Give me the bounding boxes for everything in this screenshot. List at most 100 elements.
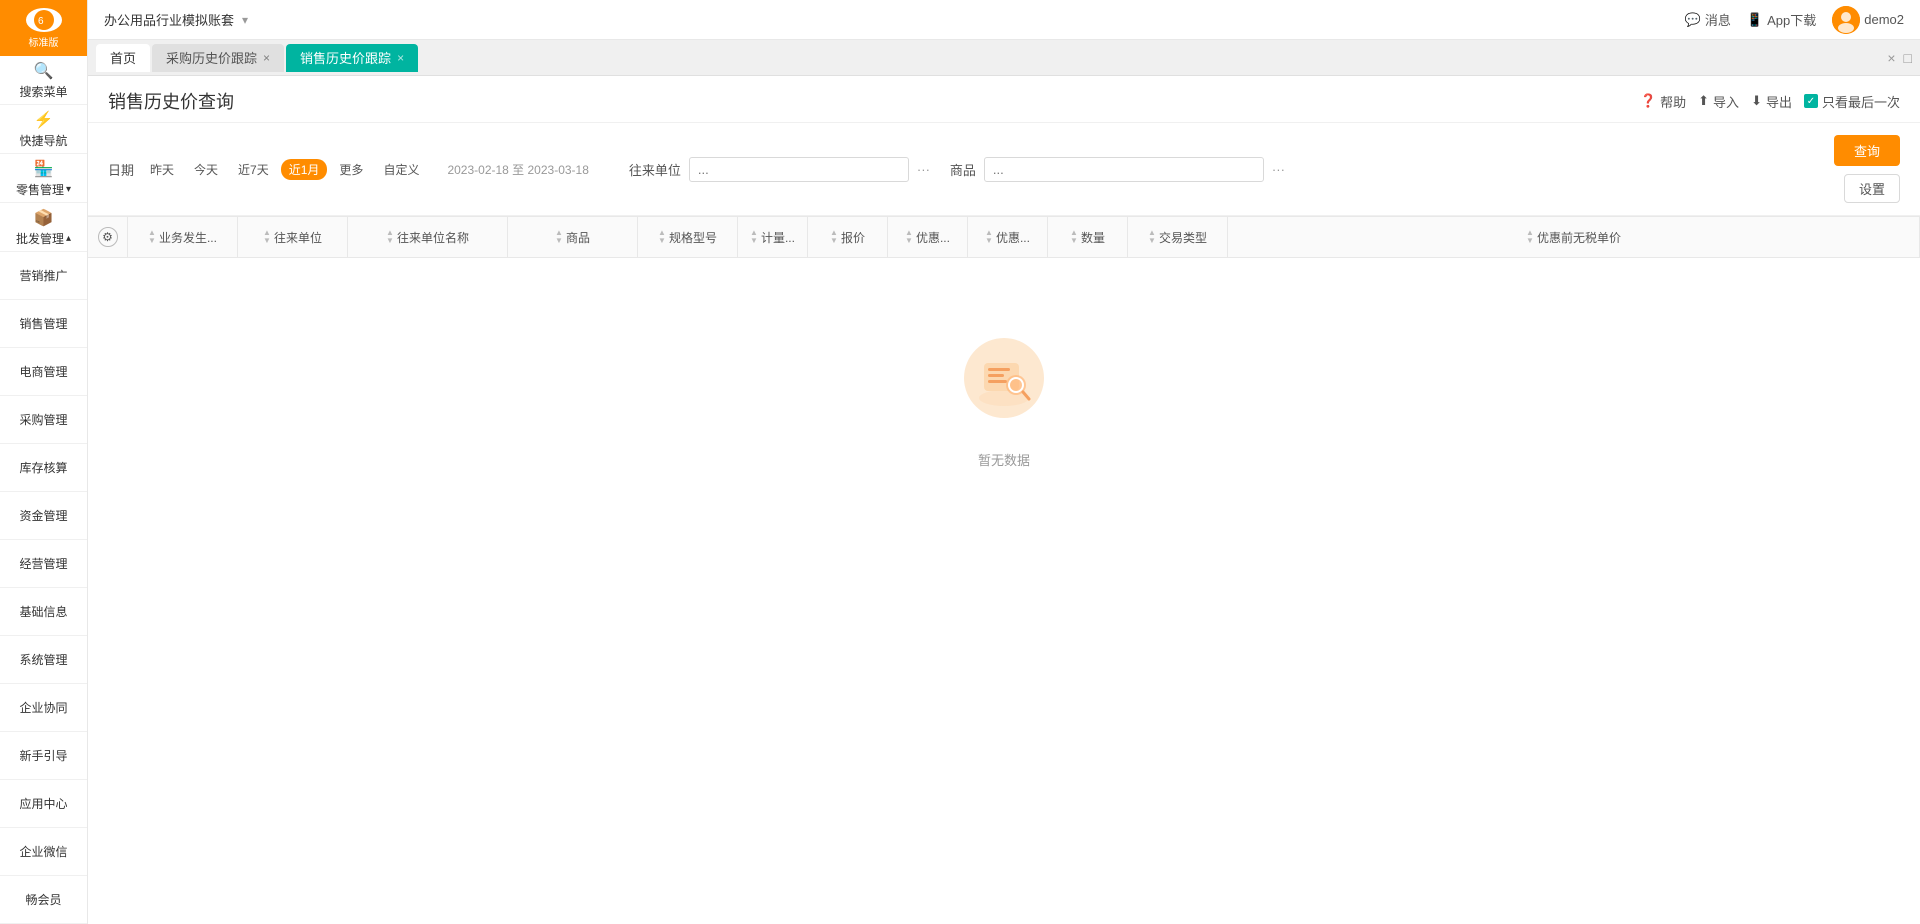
- date-opt-custom[interactable]: 自定义: [375, 159, 427, 180]
- date-filter-group: 日期 昨天 今天 近7天 近1月 更多 自定义: [108, 159, 427, 180]
- sort-spec-icon: ▲▼: [658, 229, 666, 245]
- sort-quote-icon: ▲▼: [830, 229, 838, 245]
- th-quote[interactable]: ▲▼ 报价: [808, 217, 888, 257]
- th-disc2-label: 优惠...: [996, 229, 1030, 246]
- topbar-title: 办公用品行业模拟账套: [104, 10, 234, 29]
- sort-pretax-icon: ▲▼: [1526, 229, 1534, 245]
- window-close-button[interactable]: ×: [1887, 50, 1895, 66]
- wholesale-arrow-icon: ▴: [66, 233, 71, 244]
- sidebar-item-retail[interactable]: 🏪 零售管理 ▾: [0, 154, 87, 203]
- th-settings[interactable]: ⚙: [88, 217, 128, 257]
- sort-unit-id-icon: ▲▼: [263, 229, 271, 245]
- sort-trade-icon: ▲▼: [1148, 229, 1156, 245]
- empty-text: 暂无数据: [978, 450, 1030, 469]
- date-filter-label: 日期: [108, 160, 134, 179]
- th-pretax[interactable]: ▲▼ 优惠前无税单价: [1228, 217, 1920, 257]
- empty-image-circle: [964, 338, 1044, 418]
- date-opt-more[interactable]: 更多: [331, 159, 371, 180]
- sidebar-item-sales[interactable]: 销售管理: [0, 300, 87, 348]
- tab-purchase-label: 采购历史价跟踪: [166, 48, 257, 67]
- th-qty-label: 数量: [1081, 229, 1105, 246]
- th-unit[interactable]: ▲▼ 计量...: [738, 217, 808, 257]
- topbar-dropdown-icon[interactable]: ▾: [242, 13, 248, 27]
- sidebar-item-ecommerce-label: 电商管理: [19, 363, 67, 380]
- tab-sales-close[interactable]: ×: [397, 51, 404, 65]
- svg-text:6: 6: [38, 16, 44, 27]
- tab-home[interactable]: 首页: [96, 44, 150, 72]
- table-header: ⚙ ▲▼ 业务发生... ▲▼ 往来单位 ▲▼ 往来单位名称 ▲▼ 商品: [88, 216, 1920, 258]
- tab-purchase-close[interactable]: ×: [263, 51, 270, 65]
- th-biz-date-label: 业务发生...: [159, 229, 217, 246]
- user-label: demo2: [1864, 12, 1904, 27]
- tabs-window-controls: × □: [1887, 50, 1912, 66]
- sidebar-item-basic[interactable]: 基础信息: [0, 588, 87, 636]
- sidebar-item-finance[interactable]: 资金管理: [0, 492, 87, 540]
- sort-unit-icon: ▲▼: [750, 229, 758, 245]
- table-settings-icon[interactable]: ⚙: [98, 227, 118, 247]
- window-maximize-button[interactable]: □: [1904, 50, 1912, 66]
- sidebar-item-wholesale[interactable]: 📦 批发管理 ▴: [0, 203, 87, 252]
- th-spec[interactable]: ▲▼ 规格型号: [638, 217, 738, 257]
- help-label: 帮助: [1660, 92, 1686, 111]
- th-goods[interactable]: ▲▼ 商品: [508, 217, 638, 257]
- tab-home-label: 首页: [110, 48, 136, 67]
- th-unit-id[interactable]: ▲▼ 往来单位: [238, 217, 348, 257]
- tab-purchase-history[interactable]: 采购历史价跟踪 ×: [152, 44, 284, 72]
- date-opt-yesterday[interactable]: 昨天: [142, 159, 182, 180]
- query-button[interactable]: 查询: [1834, 135, 1900, 166]
- goods-filter-input[interactable]: [984, 157, 1264, 182]
- import-button[interactable]: ⬆ 导入: [1698, 92, 1739, 111]
- unit-filter-label: 往来单位: [629, 160, 681, 179]
- message-button[interactable]: 💬 消息: [1685, 10, 1731, 29]
- date-opt-7days[interactable]: 近7天: [230, 159, 277, 180]
- sidebar-item-purchase[interactable]: 采购管理: [0, 396, 87, 444]
- sort-disc2-icon: ▲▼: [985, 229, 993, 245]
- sidebar-item-inventory[interactable]: 库存核算: [0, 444, 87, 492]
- sidebar-item-ecommerce[interactable]: 电商管理: [0, 348, 87, 396]
- empty-image: [954, 338, 1054, 438]
- app-download-icon: 📱: [1747, 12, 1763, 28]
- sidebar-item-operations-label: 经营管理: [19, 555, 67, 572]
- sidebar-item-guide[interactable]: 新手引导: [0, 732, 87, 780]
- th-disc2[interactable]: ▲▼ 优惠...: [968, 217, 1048, 257]
- th-disc1-label: 优惠...: [916, 229, 950, 246]
- export-button[interactable]: ⬇ 导出: [1751, 92, 1792, 111]
- date-opt-today[interactable]: 今天: [186, 159, 226, 180]
- sort-qty-icon: ▲▼: [1070, 229, 1078, 245]
- main-content: 办公用品行业模拟账套 ▾ 💬 消息 📱 App下载 demo2 首页: [88, 0, 1920, 924]
- sidebar-item-member[interactable]: 畅会员: [0, 876, 87, 924]
- th-qty[interactable]: ▲▼ 数量: [1048, 217, 1128, 257]
- goods-filter-group: 商品 ···: [950, 157, 1285, 182]
- sidebar-item-app-center[interactable]: 应用中心: [0, 780, 87, 828]
- goods-filter-ellipsis[interactable]: ···: [1272, 162, 1285, 177]
- th-disc1[interactable]: ▲▼ 优惠...: [888, 217, 968, 257]
- sidebar-item-system[interactable]: 系统管理: [0, 636, 87, 684]
- sidebar-item-enterprise[interactable]: 企业协同: [0, 684, 87, 732]
- sidebar-item-retail-label: 零售管理: [16, 181, 64, 198]
- sidebar-logo[interactable]: 6 标准版: [0, 0, 87, 56]
- th-unit-name[interactable]: ▲▼ 往来单位名称: [348, 217, 508, 257]
- date-opt-1month[interactable]: 近1月: [281, 159, 328, 180]
- unit-filter-ellipsis[interactable]: ···: [917, 162, 930, 177]
- sidebar-item-quick-nav[interactable]: ⚡ 快捷导航: [0, 105, 87, 154]
- unit-filter-input[interactable]: [689, 157, 909, 182]
- settings-button[interactable]: 设置: [1844, 174, 1900, 203]
- last-one-checkbox[interactable]: ✓ 只看最后一次: [1804, 92, 1900, 111]
- tab-sales-label: 销售历史价跟踪: [300, 48, 391, 67]
- help-button[interactable]: ❓ 帮助: [1640, 92, 1686, 111]
- th-biz-date[interactable]: ▲▼ 业务发生...: [128, 217, 238, 257]
- sidebar-item-search[interactable]: 🔍 搜索菜单: [0, 56, 87, 105]
- sort-goods-icon: ▲▼: [555, 229, 563, 245]
- import-label: 导入: [1713, 92, 1739, 111]
- sidebar-item-system-label: 系统管理: [19, 651, 67, 668]
- sidebar-item-wechat[interactable]: 企业微信: [0, 828, 87, 876]
- sidebar-item-marketing[interactable]: 营销推广: [0, 252, 87, 300]
- sidebar-item-app-label: 应用中心: [19, 795, 67, 812]
- sidebar-item-operations[interactable]: 经营管理: [0, 540, 87, 588]
- user-button[interactable]: demo2: [1832, 6, 1904, 34]
- unit-filter-group: 往来单位 ···: [629, 157, 930, 182]
- tab-sales-history[interactable]: 销售历史价跟踪 ×: [286, 44, 418, 72]
- th-trade[interactable]: ▲▼ 交易类型: [1128, 217, 1228, 257]
- app-download-button[interactable]: 📱 App下载: [1747, 10, 1816, 29]
- date-range-display: 2023-02-18 至 2023-03-18: [447, 161, 588, 178]
